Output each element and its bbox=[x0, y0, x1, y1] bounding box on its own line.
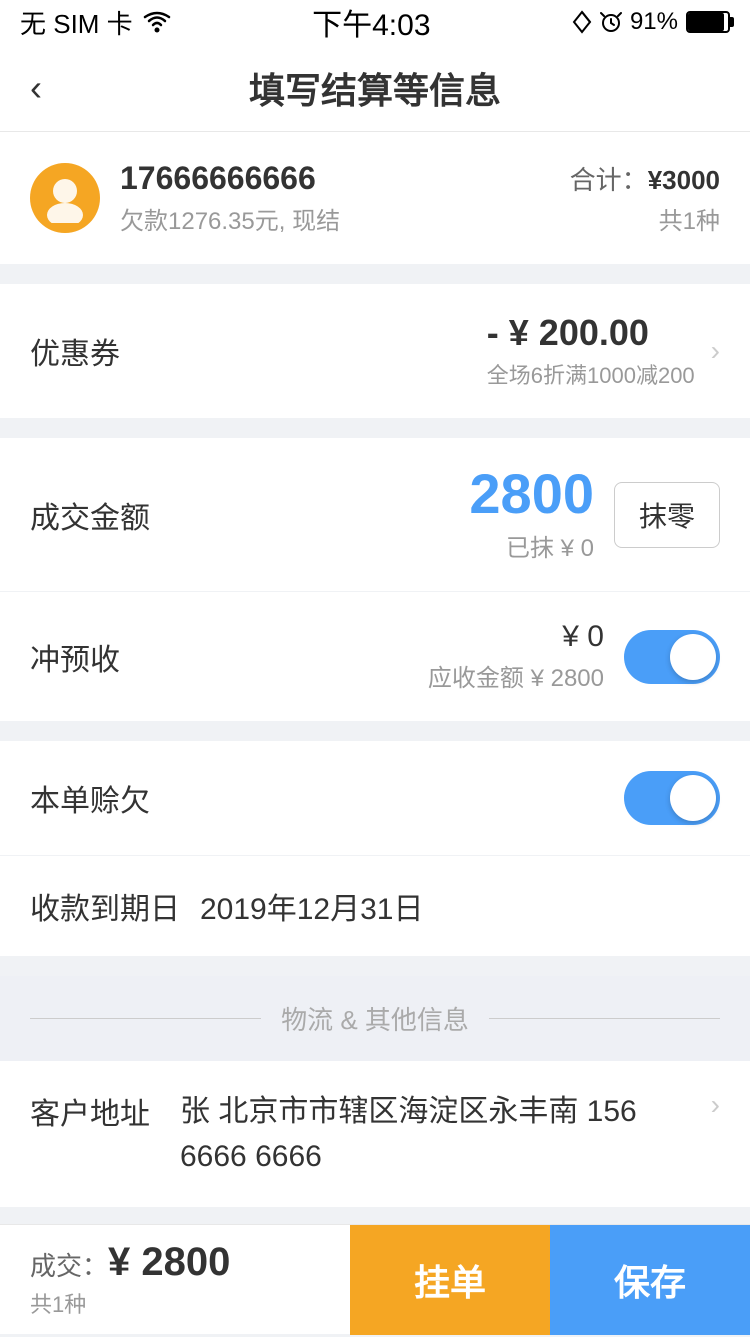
customer-row: 17666666666 欠款1276.35元, 现结 合计：¥3000 共1种 bbox=[0, 132, 750, 264]
hang-button[interactable]: 挂单 bbox=[350, 1225, 550, 1335]
sim-label: 无 SIM 卡 bbox=[20, 4, 133, 41]
logistics-line-left bbox=[30, 1018, 261, 1019]
coupon-chevron: › bbox=[711, 335, 720, 367]
battery-percent: 91% bbox=[630, 8, 678, 36]
save-button[interactable]: 保存 bbox=[550, 1225, 750, 1335]
address-chevron: › bbox=[711, 1089, 720, 1121]
duedate-row: 收款到期日 2019年12月31日 bbox=[0, 855, 750, 956]
coupon-discount: - ¥ 200.00 bbox=[487, 312, 695, 354]
wifi-icon bbox=[143, 11, 171, 33]
logistics-line-right bbox=[489, 1018, 720, 1019]
prereceive-label: 冲预收 bbox=[30, 635, 120, 679]
coupon-label: 优惠券 bbox=[30, 329, 120, 373]
bottom-bar: 成交：¥ 2800 共1种 挂单 保存 bbox=[0, 1224, 750, 1334]
avatar-icon bbox=[40, 173, 90, 223]
battery-icon bbox=[686, 11, 730, 33]
location-icon bbox=[572, 10, 592, 34]
coupon-card: 优惠券 - ¥ 200.00 全场6折满1000减200 › bbox=[0, 284, 750, 418]
avatar bbox=[30, 163, 100, 233]
bottom-summary: 成交：¥ 2800 共1种 bbox=[0, 1240, 350, 1319]
prereceive-amount: ¥ 0 bbox=[428, 620, 604, 654]
alarm-icon bbox=[600, 11, 622, 33]
prereceive-row: 冲预收 ¥ 0 应收金额 ¥ 2800 bbox=[0, 591, 750, 721]
nav-bar: ‹ 填写结算等信息 bbox=[0, 44, 750, 132]
status-left: 无 SIM 卡 bbox=[20, 4, 171, 41]
debt-toggle[interactable] bbox=[624, 771, 720, 825]
customer-phone: 17666666666 bbox=[120, 160, 340, 197]
coupon-row[interactable]: 优惠券 - ¥ 200.00 全场6折满1000减200 › bbox=[0, 284, 750, 418]
transaction-amount: 2800 bbox=[469, 466, 594, 522]
duedate-value: 2019年12月31日 bbox=[200, 884, 423, 928]
coupon-value-wrap: - ¥ 200.00 全场6折满1000减200 bbox=[487, 312, 695, 390]
total-count: 共1种 bbox=[570, 201, 720, 236]
debt-card: 本单赊欠 收款到期日 2019年12月31日 bbox=[0, 741, 750, 956]
bottom-deal-amount: ¥ 2800 bbox=[108, 1240, 230, 1284]
address-value: 张 北京市市辖区海淀区永丰南 156 6666 6666 bbox=[180, 1089, 695, 1179]
customer-info: 17666666666 欠款1276.35元, 现结 bbox=[120, 160, 340, 236]
customer-card: 17666666666 欠款1276.35元, 现结 合计：¥3000 共1种 bbox=[0, 132, 750, 264]
customer-subtext: 欠款1276.35元, 现结 bbox=[120, 201, 340, 236]
status-right: 91% bbox=[572, 8, 730, 36]
total-label: 合计：¥3000 bbox=[570, 160, 720, 197]
coupon-right: - ¥ 200.00 全场6折满1000减200 › bbox=[487, 312, 720, 390]
content: 17666666666 欠款1276.35元, 现结 合计：¥3000 共1种 … bbox=[0, 132, 750, 1337]
debt-label: 本单赊欠 bbox=[30, 776, 150, 820]
address-card[interactable]: 客户地址 张 北京市市辖区海淀区永丰南 156 6666 6666 › bbox=[0, 1061, 750, 1207]
status-bar: 无 SIM 卡 下午4:03 91% bbox=[0, 0, 750, 44]
transaction-label: 成交金额 bbox=[30, 493, 150, 537]
erase-button[interactable]: 抹零 bbox=[614, 482, 720, 548]
prereceive-amount-wrap: ¥ 0 应收金额 ¥ 2800 bbox=[428, 620, 604, 693]
back-button[interactable]: ‹ bbox=[30, 67, 42, 109]
customer-right: 合计：¥3000 共1种 bbox=[570, 160, 720, 236]
logistics-divider: 物流 & 其他信息 bbox=[0, 976, 750, 1061]
status-time: 下午4:03 bbox=[312, 0, 430, 44]
page-title: 填写结算等信息 bbox=[249, 62, 501, 114]
toggle-knob bbox=[670, 634, 716, 680]
transaction-row: 成交金额 2800 已抹 ¥ 0 抹零 bbox=[0, 438, 750, 591]
prereceive-right: ¥ 0 应收金额 ¥ 2800 bbox=[428, 620, 720, 693]
amount-card: 成交金额 2800 已抹 ¥ 0 抹零 冲预收 ¥ 0 应收金额 ¥ 2800 bbox=[0, 438, 750, 721]
prereceive-sub: 应收金额 ¥ 2800 bbox=[428, 658, 604, 693]
customer-left: 17666666666 欠款1276.35元, 现结 bbox=[30, 160, 340, 236]
coupon-desc: 全场6折满1000减200 bbox=[487, 358, 695, 390]
transaction-right: 2800 已抹 ¥ 0 抹零 bbox=[469, 466, 720, 563]
duedate-label: 收款到期日 bbox=[30, 884, 180, 928]
debt-toggle-knob bbox=[670, 775, 716, 821]
debt-row: 本单赊欠 bbox=[0, 741, 750, 855]
prereceive-toggle[interactable] bbox=[624, 630, 720, 684]
erased-label: 已抹 ¥ 0 bbox=[469, 528, 594, 563]
address-label: 客户地址 bbox=[30, 1089, 150, 1133]
amount-value-wrap: 2800 已抹 ¥ 0 bbox=[469, 466, 594, 563]
bottom-count: 共1种 bbox=[30, 1287, 320, 1319]
logistics-text: 物流 & 其他信息 bbox=[281, 1000, 469, 1037]
bottom-deal-label: 成交：¥ 2800 bbox=[30, 1240, 320, 1285]
